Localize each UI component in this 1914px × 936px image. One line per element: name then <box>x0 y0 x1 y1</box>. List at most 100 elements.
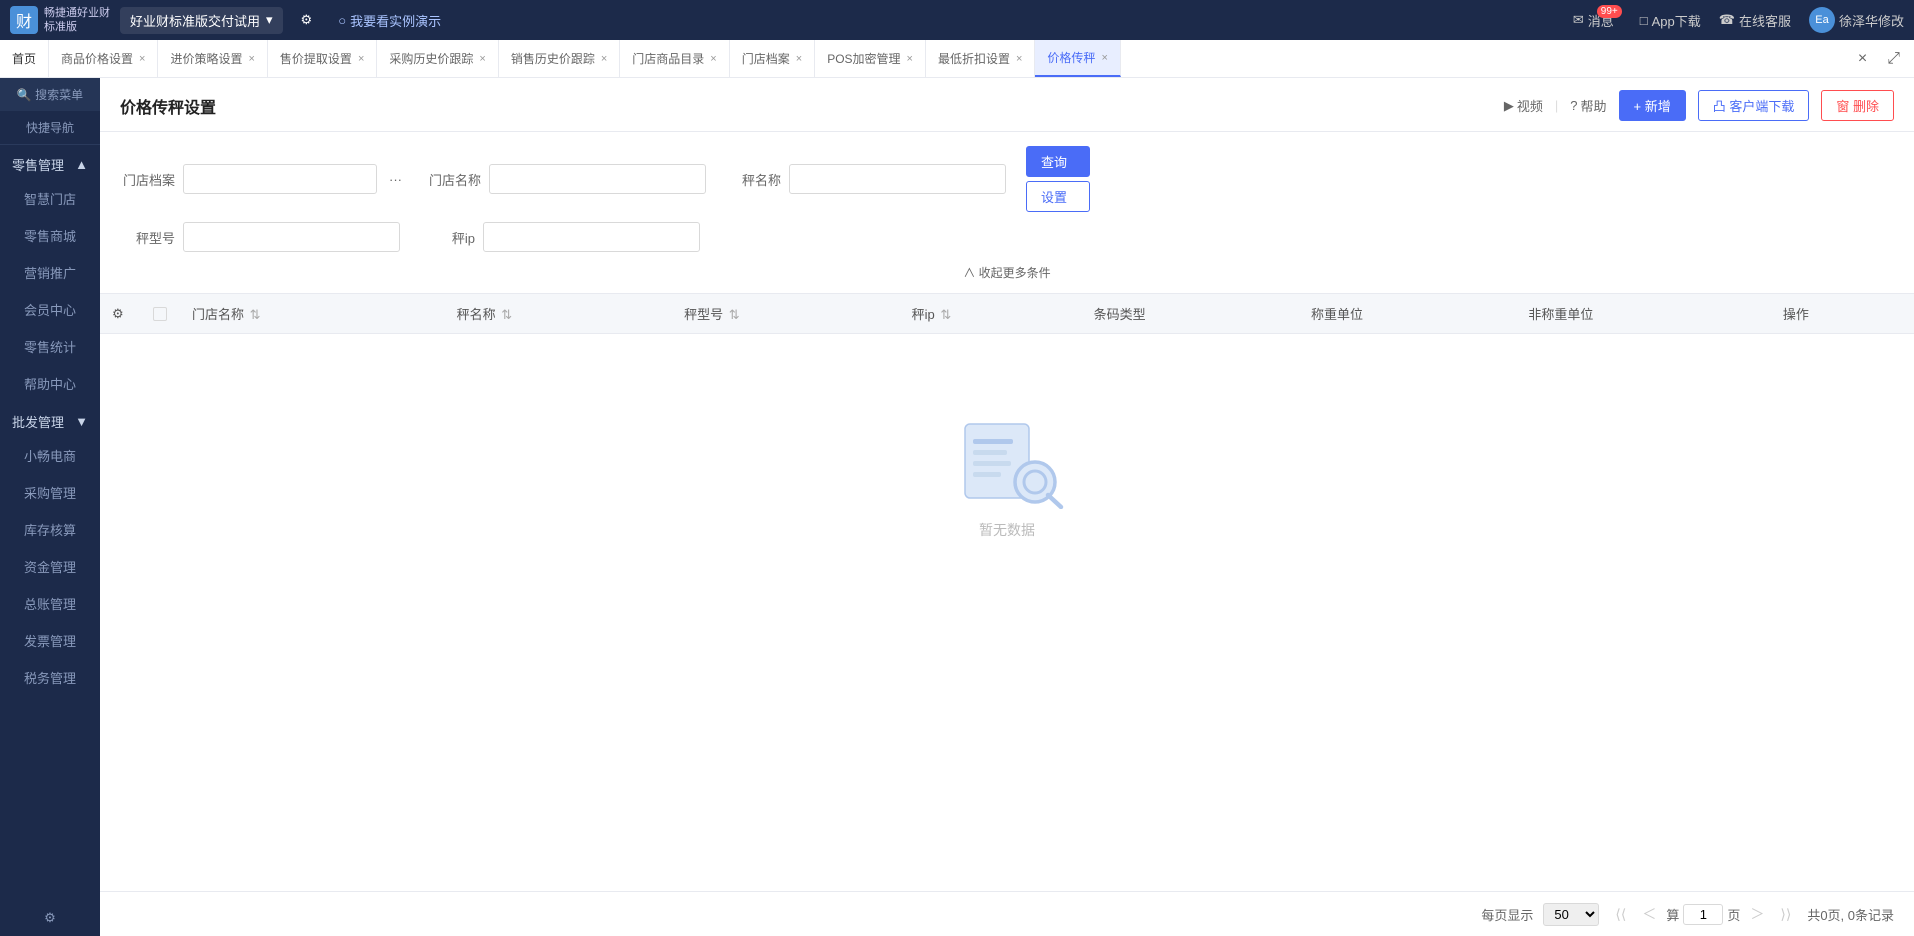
page-size-select[interactable]: 50 10 20 100 <box>1543 903 1599 926</box>
user-menu[interactable]: Ea 徐泽华修改 <box>1809 7 1904 33</box>
sidebar-item-purchase[interactable]: 采购管理 <box>0 474 100 511</box>
separator: | <box>1555 98 1558 113</box>
tab-min-discount[interactable]: 最低折扣设置 × <box>926 40 1035 77</box>
tab-home[interactable]: 首页 <box>0 40 49 77</box>
store-profile-label: 门店档案 <box>120 170 175 189</box>
store-profile-input[interactable] <box>183 164 377 194</box>
sidebar-item-retail-mall[interactable]: 零售商城 <box>0 217 100 254</box>
filter-scale-ip: 秤ip <box>420 222 700 252</box>
sidebar-item-invoice[interactable]: 发票管理 <box>0 622 100 659</box>
filter-panel: 门店档案 ··· 门店名称 秤名称 查询 <box>100 132 1914 294</box>
gear-icon: ⚙ <box>301 12 313 28</box>
sidebar-item-marketing[interactable]: 营销推广 <box>0 254 100 291</box>
sort-icon: ⇅ <box>501 307 512 322</box>
close-icon[interactable]: × <box>710 53 716 65</box>
sidebar: 🔍 搜索菜单 快捷导航 零售管理 ▲ 智慧门店 零售商城 营销推广 会员中心 <box>0 78 100 936</box>
tab-commodity-price[interactable]: 商品价格设置 × <box>49 40 158 77</box>
avatar: Ea <box>1809 7 1835 33</box>
first-page-btn[interactable]: ⟨⟨ <box>1609 904 1632 925</box>
next-page-btn[interactable]: ＞ <box>1744 902 1770 926</box>
close-icon[interactable]: × <box>796 53 802 65</box>
demo-button[interactable]: ○ 我要看实例演示 <box>338 11 441 30</box>
page-nav: ⟨⟨ ＜ 算 页 ＞ ⟩⟩ <box>1609 902 1797 926</box>
sidebar-item-inventory[interactable]: 库存核算 <box>0 511 100 548</box>
message-btn[interactable]: ✉ 消息 99+ <box>1573 11 1614 30</box>
online-service-btn[interactable]: ☎ 在线客服 <box>1719 11 1791 30</box>
delete-button[interactable]: 窗 删除 <box>1821 90 1894 121</box>
sort-icon: ⇅ <box>250 307 261 322</box>
tab-purchase-strategy[interactable]: 进价策略设置 × <box>158 40 267 77</box>
tab-pos[interactable]: POS加密管理 × <box>815 40 926 77</box>
sidebar-quicknav[interactable]: 快捷导航 <box>0 111 100 145</box>
tab-price-scale[interactable]: 价格传秤 × <box>1035 40 1120 77</box>
sidebar-settings-btn[interactable]: ⚙ <box>0 900 100 936</box>
scale-name-input[interactable] <box>789 164 1006 194</box>
close-icon[interactable]: × <box>907 53 913 65</box>
last-page-btn[interactable]: ⟩⟩ <box>1774 904 1797 925</box>
add-button[interactable]: + 新增 <box>1619 90 1686 121</box>
tabs-end: × ⤢ <box>1844 40 1914 77</box>
sidebar-search[interactable]: 🔍 搜索菜单 <box>0 78 100 111</box>
tab-sales-history[interactable]: 销售历史价跟踪 × <box>499 40 620 77</box>
video-link[interactable]: ▶ 视频 <box>1504 96 1543 115</box>
download-icon: □ <box>1640 13 1648 28</box>
gear-icon[interactable]: ⚙ <box>112 306 124 321</box>
tab-purchase-history[interactable]: 采购历史价跟踪 × <box>377 40 498 77</box>
scale-ip-input[interactable] <box>483 222 700 252</box>
logo-text: 畅捷通好业财 标准版 <box>44 6 110 35</box>
sidebar-item-finance[interactable]: 资金管理 <box>0 548 100 585</box>
search-icon: 🔍 <box>17 88 32 102</box>
sidebar-item-general-ledger[interactable]: 总账管理 <box>0 585 100 622</box>
content-area: 价格传秤设置 ▶ 视频 | ? 帮助 + 新增 凸 客户端下载 <box>100 78 1914 936</box>
close-icon[interactable]: × <box>601 53 607 65</box>
fullscreen-btn[interactable]: ⤢ <box>1881 48 1906 70</box>
help-icon: ? <box>1570 98 1577 113</box>
sidebar-section-wholesale[interactable]: 批发管理 ▼ <box>0 402 100 437</box>
sidebar-section-retail[interactable]: 零售管理 ▲ <box>0 145 100 180</box>
store-name-input[interactable] <box>489 164 706 194</box>
page-input[interactable] <box>1683 904 1723 925</box>
select-all-checkbox[interactable] <box>153 307 167 321</box>
close-icon[interactable]: × <box>1101 52 1107 64</box>
sidebar-item-help[interactable]: 帮助中心 <box>0 365 100 402</box>
scale-model-input[interactable] <box>183 222 400 252</box>
tab-store-profile[interactable]: 门店档案 × <box>730 40 815 77</box>
close-icon[interactable]: × <box>358 53 364 65</box>
sort-icon: ⇅ <box>940 307 951 322</box>
setting-button[interactable]: 设置 <box>1026 181 1090 212</box>
app-selector[interactable]: 好业财标准版交付试用 ▾ <box>120 7 283 34</box>
app-download-btn[interactable]: □ App下载 <box>1640 11 1701 30</box>
prev-page-btn[interactable]: ＜ <box>1636 902 1662 926</box>
help-link[interactable]: ? 帮助 <box>1570 96 1606 115</box>
collapse-filter-btn[interactable]: ∧ 收起更多条件 <box>120 262 1894 283</box>
chevron-down-icon: ▾ <box>266 12 273 28</box>
close-icon[interactable]: × <box>139 53 145 65</box>
settings-btn[interactable]: ⚙ <box>293 8 323 32</box>
tab-store-catalog[interactable]: 门店商品目录 × <box>620 40 729 77</box>
close-icon[interactable]: × <box>248 53 254 65</box>
empty-state: 暂无数据 <box>100 334 1914 620</box>
close-icon[interactable]: × <box>479 53 485 65</box>
close-icon[interactable]: × <box>1016 53 1022 65</box>
store-name-label: 门店名称 <box>426 170 481 189</box>
filter-store-profile: 门店档案 ··· <box>120 164 406 194</box>
sidebar-item-retail-stats[interactable]: 零售统计 <box>0 328 100 365</box>
chevron-down-icon: ▼ <box>75 414 88 429</box>
sidebar-item-smart-store[interactable]: 智慧门店 <box>0 180 100 217</box>
more-options-icon[interactable]: ··· <box>385 172 406 187</box>
page-header: 价格传秤设置 ▶ 视频 | ? 帮助 + 新增 凸 客户端下载 <box>100 78 1914 132</box>
download-button[interactable]: 凸 客户端下载 <box>1698 90 1810 121</box>
logo: 财 畅捷通好业财 标准版 <box>10 6 110 35</box>
sidebar-item-ecommerce[interactable]: 小畅电商 <box>0 437 100 474</box>
scale-model-label: 秤型号 <box>120 228 175 247</box>
sidebar-item-tax[interactable]: 税务管理 <box>0 659 100 696</box>
tab-selling-price[interactable]: 售价提取设置 × <box>268 40 377 77</box>
th-scale-ip: 秤ip ⇅ <box>900 294 1082 334</box>
query-button[interactable]: 查询 <box>1026 146 1090 177</box>
sidebar-item-member[interactable]: 会员中心 <box>0 291 100 328</box>
th-settings: ⚙ <box>100 294 140 334</box>
close-all-btn[interactable]: × <box>1852 48 1873 70</box>
th-scale-model: 秤型号 ⇅ <box>672 294 899 334</box>
service-label: 在线客服 <box>1739 11 1791 30</box>
page-label: 算 <box>1666 905 1679 924</box>
